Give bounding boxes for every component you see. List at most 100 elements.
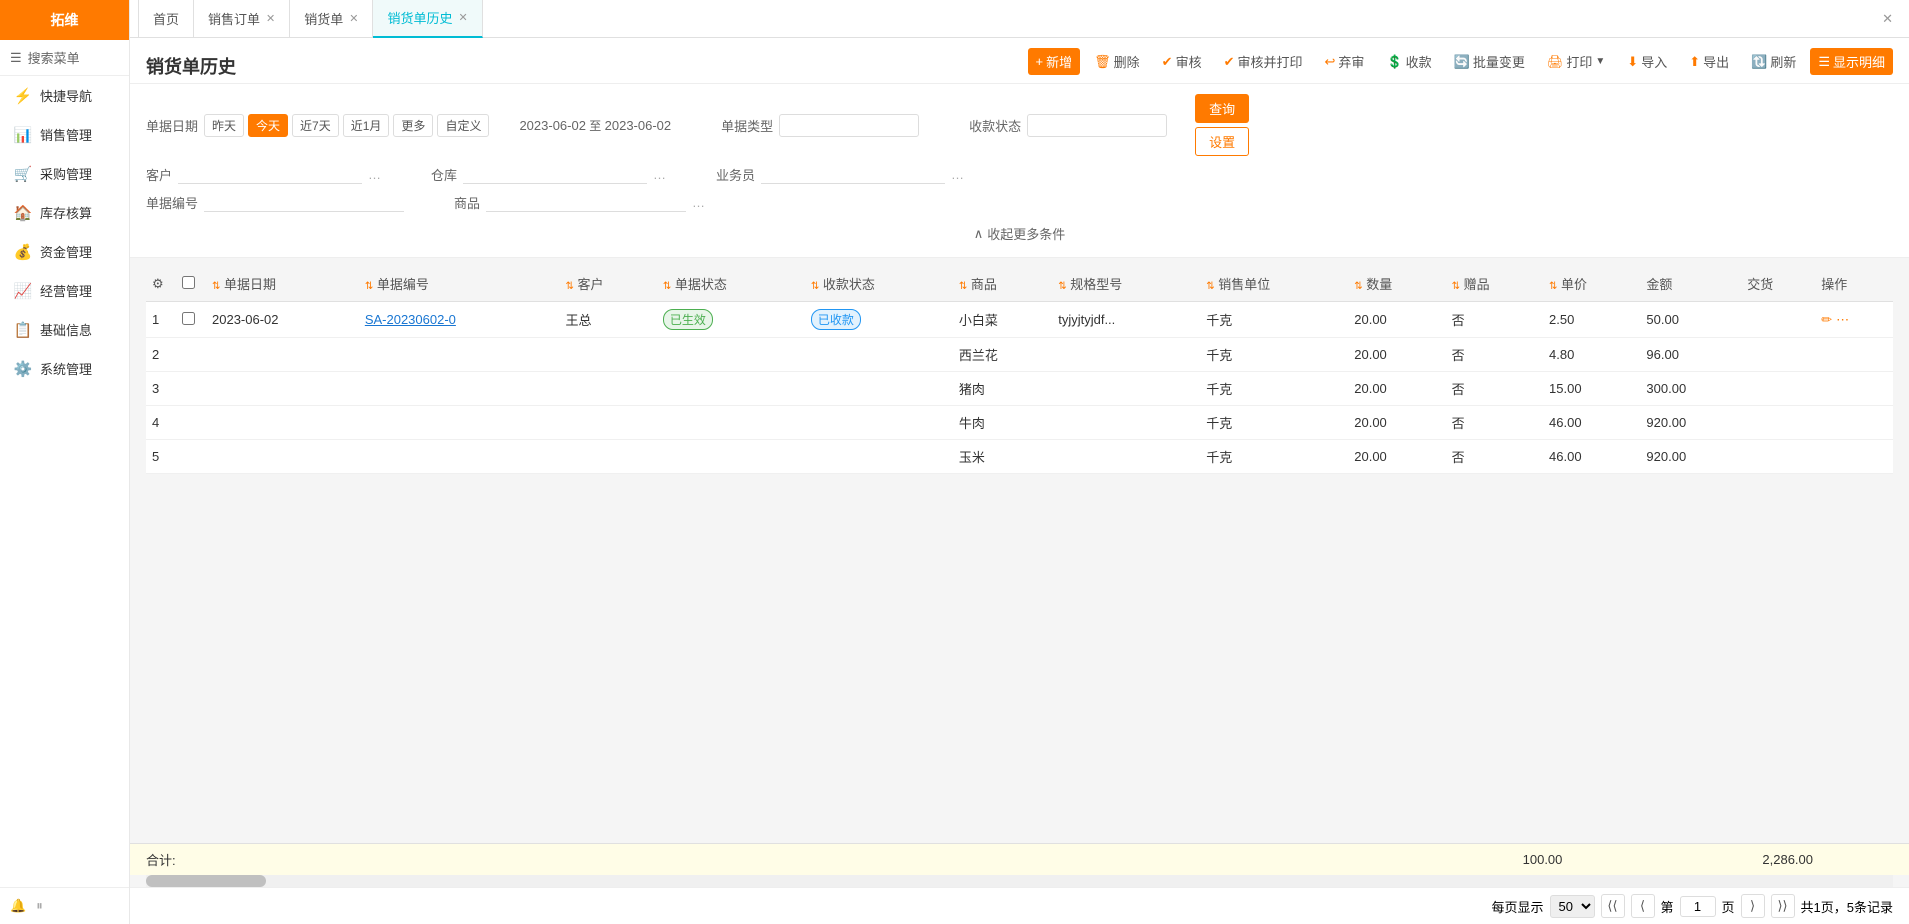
horizontal-scrollbar[interactable] [146, 875, 1893, 887]
tab-sales-history[interactable]: 销货单历史 ✕ [373, 0, 482, 38]
abandon-button[interactable]: ↩ 弃审 [1317, 48, 1373, 75]
col-settings[interactable]: ⚙ [146, 266, 176, 302]
filter-goods: 商品 … [454, 192, 705, 212]
more-action-icon[interactable]: ⋯ [1836, 312, 1849, 328]
row-checkbox[interactable] [182, 312, 195, 325]
import-button[interactable]: ⬇ 导入 [1619, 48, 1675, 75]
refresh-button[interactable]: 🔃 刷新 [1743, 48, 1804, 75]
tab-sales-history-close[interactable]: ✕ [459, 11, 468, 24]
filter-goods-input[interactable] [486, 192, 686, 212]
cell-checkbox[interactable] [176, 440, 206, 474]
cell-gift: 否 [1446, 406, 1543, 440]
sidebar-item-inventory[interactable]: 🏠 库存核算 [0, 193, 129, 232]
payment-sort-icon: ⇅ [811, 281, 819, 292]
export-button[interactable]: ⬆ 导出 [1681, 48, 1737, 75]
col-sales-unit[interactable]: ⇅ 销售单位 [1200, 266, 1348, 302]
yesterday-btn[interactable]: 昨天 [204, 114, 244, 137]
last-page-button[interactable]: ⟩⟩ [1771, 894, 1795, 918]
filter-goods-label: 商品 [454, 193, 480, 212]
audit-button[interactable]: ✔ 审核 [1154, 48, 1210, 75]
tab-sales-order[interactable]: 销售订单 ✕ [194, 0, 290, 38]
select-all-checkbox[interactable] [182, 276, 195, 289]
col-gift[interactable]: ⇅ 赠品 [1446, 266, 1543, 302]
sidebar-bottom-icon1[interactable]: 🔔 [10, 898, 26, 914]
business-dots[interactable]: … [951, 167, 964, 182]
sidebar-item-finance[interactable]: 💰 资金管理 [0, 232, 129, 271]
sidebar-item-search-menu[interactable]: ☰ 搜索菜单 [0, 40, 129, 76]
col-qty[interactable]: ⇅ 数量 [1348, 266, 1445, 302]
cell-checkbox[interactable] [176, 338, 206, 372]
col-date[interactable]: ⇅ 单据日期 [206, 266, 359, 302]
collect-button[interactable]: 💲 收款 [1378, 48, 1439, 75]
summary-total-qty: 100.00 [1523, 852, 1563, 867]
settings-button[interactable]: 设置 [1195, 127, 1249, 156]
col-customer[interactable]: ⇅ 客户 [559, 266, 656, 302]
show-detail-button[interactable]: ☰ 显示明细 [1810, 48, 1893, 75]
tab-sales-goods[interactable]: 销货单 ✕ [290, 0, 373, 38]
sidebar-item-basic-info[interactable]: 📋 基础信息 [0, 310, 129, 349]
warehouse-dots[interactable]: … [653, 167, 666, 182]
edit-icon[interactable]: ✏ [1821, 312, 1832, 328]
more-date-btn[interactable]: 更多 [393, 114, 433, 137]
sidebar-item-sales-mgmt[interactable]: 📊 销售管理 [0, 115, 129, 154]
first-page-button[interactable]: ⟨⟨ [1601, 894, 1625, 918]
cell-goods: 小白菜 [953, 302, 1052, 338]
col-doc-no[interactable]: ⇅ 单据编号 [359, 266, 560, 302]
query-button[interactable]: 查询 [1195, 94, 1249, 123]
customer-dots[interactable]: … [368, 167, 381, 182]
col-goods[interactable]: ⇅ 商品 [953, 266, 1052, 302]
audit-print-icon: ✔ [1224, 54, 1235, 70]
audit-icon: ✔ [1162, 54, 1173, 70]
cell-goods: 猪肉 [953, 372, 1052, 406]
table-row: 4牛肉千克20.00否46.00920.00 [146, 406, 1893, 440]
per-page-select[interactable]: 50 [1550, 895, 1595, 918]
filter-doc-no-input[interactable] [204, 192, 404, 212]
tab-bar-close-button[interactable]: ✕ [1874, 11, 1901, 27]
col-doc-status[interactable]: ⇅ 单据状态 [657, 266, 805, 302]
tab-sales-goods-label: 销货单 [304, 9, 343, 28]
sidebar-item-label: 基础信息 [40, 320, 92, 339]
today-btn[interactable]: 今天 [248, 114, 288, 137]
filter-customer-input[interactable] [178, 164, 362, 184]
audit-print-button[interactable]: ✔ 审核并打印 [1216, 48, 1311, 75]
tab-sales-order-close[interactable]: ✕ [266, 12, 275, 25]
last-month-btn[interactable]: 近1月 [343, 114, 390, 137]
cell-doc-no[interactable]: SA-20230602-0 [359, 302, 560, 338]
cell-spec [1052, 338, 1200, 372]
filter-warehouse-input[interactable] [463, 164, 647, 184]
page-number-input[interactable]: 1 [1680, 896, 1716, 917]
cell-checkbox[interactable] [176, 406, 206, 440]
batch-change-button[interactable]: 🔄 批量变更 [1446, 48, 1533, 75]
prev-page-button[interactable]: ⟨ [1631, 894, 1655, 918]
custom-date-btn[interactable]: 自定义 [437, 114, 489, 137]
filter-doc-type-select[interactable] [779, 114, 919, 137]
cell-checkbox[interactable] [176, 302, 206, 338]
sidebar-item-ops[interactable]: 📈 经营管理 [0, 271, 129, 310]
next-page-button[interactable]: ⟩ [1741, 894, 1765, 918]
table-header-row: ⚙ ⇅ 单据日期 ⇅ 单据编号 ⇅ 客户 ⇅ 单据状态 ⇅ 收款状态 ⇅ 商品 … [146, 266, 1893, 302]
tab-sales-goods-close[interactable]: ✕ [349, 12, 358, 25]
sidebar-item-quick-nav[interactable]: ⚡ 快捷导航 [0, 76, 129, 115]
col-checkbox[interactable] [176, 266, 206, 302]
print-button[interactable]: 🖨 打印 ▼ [1539, 48, 1613, 75]
last7-btn[interactable]: 近7天 [292, 114, 339, 137]
goods-dots[interactable]: … [692, 195, 705, 210]
doc-no-link[interactable]: SA-20230602-0 [365, 312, 456, 327]
delete-button[interactable]: 🗑 删除 [1086, 48, 1148, 75]
collapse-button[interactable]: ∧ 收起更多条件 [146, 220, 1893, 247]
col-unit-price[interactable]: ⇅ 单价 [1543, 266, 1640, 302]
cell-checkbox[interactable] [176, 372, 206, 406]
tab-home[interactable]: 首页 [138, 0, 194, 38]
filter-business-input[interactable] [761, 164, 945, 184]
sidebar-item-purchase-mgmt[interactable]: 🛒 采购管理 [0, 154, 129, 193]
scrollbar-thumb[interactable] [146, 875, 266, 887]
filter-payment-select[interactable] [1027, 114, 1167, 137]
summary-total-amount: 2,286.00 [1762, 852, 1813, 867]
sidebar-bottom-icon2[interactable]: ⏸ [36, 898, 43, 914]
new-button[interactable]: + 新增 [1028, 48, 1081, 75]
payment-status-badge: 已收款 [811, 309, 861, 330]
sidebar-item-sys-mgmt[interactable]: ⚙️ 系统管理 [0, 349, 129, 388]
col-spec[interactable]: ⇅ 规格型号 [1052, 266, 1200, 302]
cell-action[interactable]: ✏⋯ [1815, 302, 1893, 338]
col-payment-status[interactable]: ⇅ 收款状态 [805, 266, 953, 302]
